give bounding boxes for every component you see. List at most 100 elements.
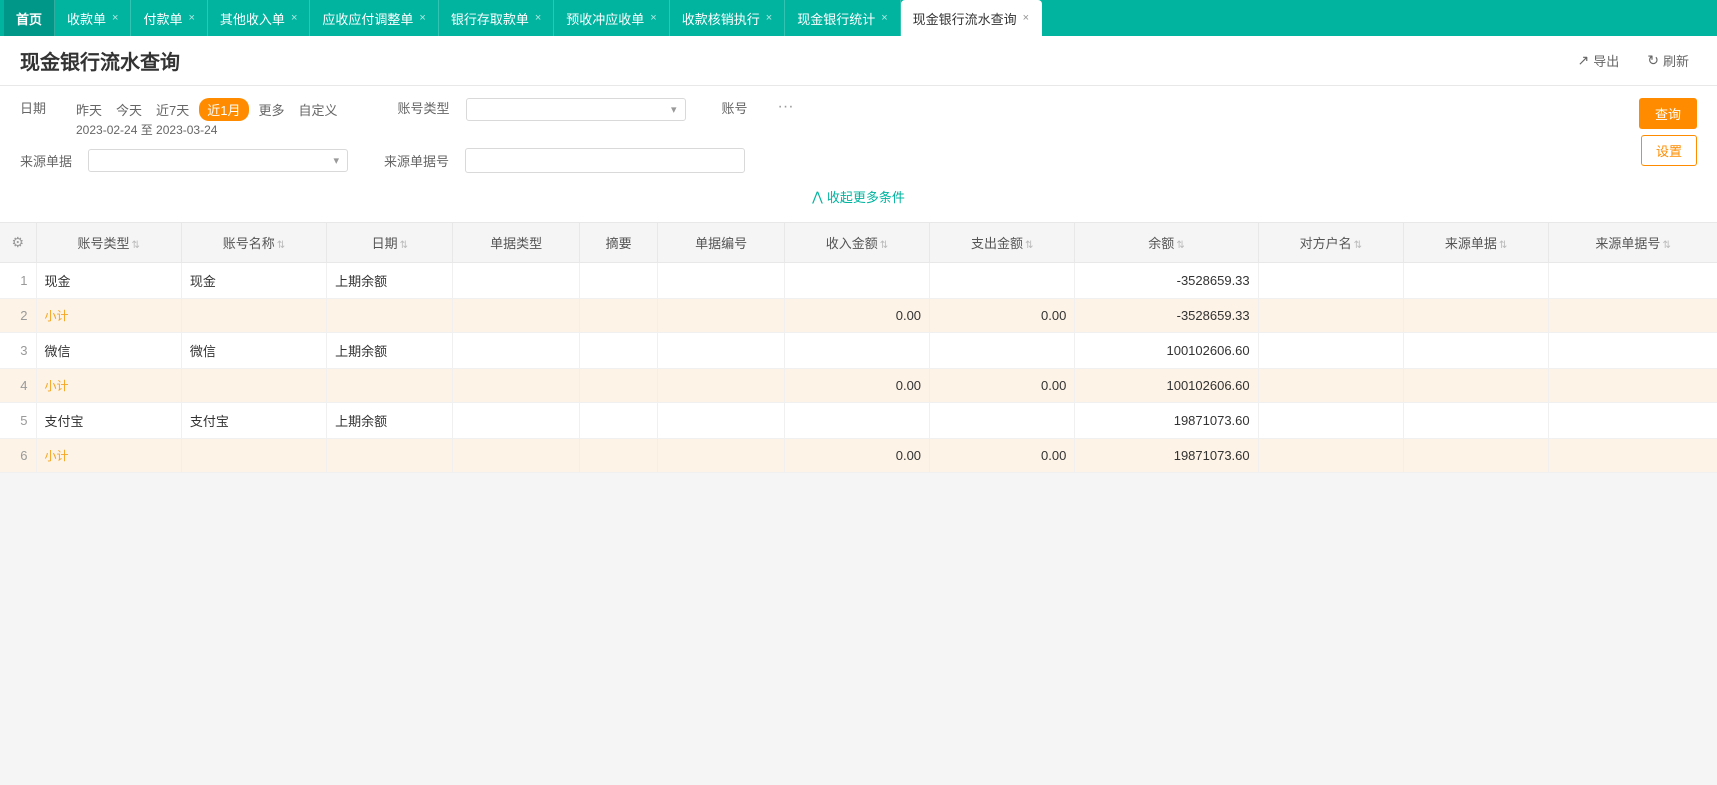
- source-doc-cell: [1403, 439, 1548, 473]
- export-icon: ↗: [1578, 52, 1590, 69]
- tab-close-collect-exec[interactable]: ×: [766, 12, 772, 24]
- header-actions: ↗ 导出 ↻ 刷新: [1570, 47, 1698, 74]
- row-number: 6: [0, 439, 36, 473]
- source-doc-num-cell: [1549, 403, 1717, 439]
- account-name-cell: 微信: [181, 333, 326, 369]
- date-shortcut-last7[interactable]: 近7天: [152, 98, 193, 121]
- export-button[interactable]: ↗ 导出: [1570, 47, 1628, 74]
- account-type-select[interactable]: ▾: [466, 98, 686, 121]
- date-cell: [327, 299, 453, 333]
- col-header-balance[interactable]: 余额⇅: [1075, 223, 1258, 263]
- row-number: 2: [0, 299, 36, 333]
- account-name-cell: [181, 369, 326, 403]
- settings-button[interactable]: 设置: [1641, 135, 1697, 166]
- nav-tab-other-income[interactable]: 其他收入单×: [208, 0, 310, 36]
- date-shortcut-today[interactable]: 今天: [112, 98, 146, 121]
- row-number: 1: [0, 263, 36, 299]
- source-doc-num-cell: [1549, 263, 1717, 299]
- nav-tab-home[interactable]: 首页: [4, 0, 55, 36]
- account-name-cell: 支付宝: [181, 403, 326, 439]
- col-header-expense[interactable]: 支出金额⇅: [930, 223, 1075, 263]
- table-container: ⚙账号类型⇅账号名称⇅日期⇅单据类型摘要单据编号收入金额⇅支出金额⇅余额⇅对方户…: [0, 223, 1717, 473]
- filter-area: 日期 昨天今天近7天近1月更多自定义 2023-02-24 至 2023-03-…: [0, 86, 1717, 223]
- doc-number-cell: [658, 439, 784, 473]
- balance-cell: 19871073.60: [1075, 403, 1258, 439]
- nav-tab-cash-bank-flow[interactable]: 现金银行流水查询×: [901, 0, 1042, 36]
- expense-cell: 0.00: [930, 299, 1075, 333]
- balance-cell: 19871073.60: [1075, 439, 1258, 473]
- sort-icon: ⇅: [277, 240, 285, 251]
- source-doc-cell: [1403, 299, 1548, 333]
- nav-tab-cash-bank-stat[interactable]: 现金银行统计×: [785, 0, 900, 36]
- balance-cell: 100102606.60: [1075, 333, 1258, 369]
- tab-close-bank-deposit[interactable]: ×: [535, 12, 541, 24]
- sort-icon: ⇅: [880, 240, 888, 251]
- tab-close-payment[interactable]: ×: [188, 12, 194, 24]
- row-number: 3: [0, 333, 36, 369]
- balance-cell: -3528659.33: [1075, 263, 1258, 299]
- source-doc-select[interactable]: ▾: [88, 149, 348, 172]
- income-cell: [784, 403, 929, 439]
- collapse-bar[interactable]: ⋀ 收起更多条件: [20, 183, 1697, 210]
- date-range: 2023-02-24 至 2023-03-24: [76, 121, 342, 138]
- col-header-source_doc[interactable]: 来源单据⇅: [1403, 223, 1548, 263]
- table-row: 1现金现金上期余额-3528659.33: [0, 263, 1717, 299]
- tab-close-cash-bank-stat[interactable]: ×: [881, 12, 887, 24]
- income-cell: 0.00: [784, 439, 929, 473]
- counterparty-cell: [1258, 403, 1403, 439]
- account-type-cell: 小计: [36, 299, 181, 333]
- account-name-cell: 现金: [181, 263, 326, 299]
- nav-tab-ar-adjust[interactable]: 应收应付调整单×: [310, 0, 438, 36]
- source-doc-num-input[interactable]: [465, 148, 745, 173]
- refresh-icon: ↻: [1647, 52, 1659, 69]
- date-cell: 上期余额: [327, 263, 453, 299]
- summary-cell: [579, 439, 658, 473]
- col-header-account_type[interactable]: 账号类型⇅: [36, 223, 181, 263]
- tab-close-ar-adjust[interactable]: ×: [419, 12, 425, 24]
- tab-close-receipt[interactable]: ×: [112, 12, 118, 24]
- account-name-cell: [181, 439, 326, 473]
- nav-tab-receipt[interactable]: 收款单×: [55, 0, 131, 36]
- sort-icon: ⇅: [1354, 240, 1362, 251]
- summary-cell: [579, 369, 658, 403]
- doc-number-cell: [658, 369, 784, 403]
- col-header-source_doc_num[interactable]: 来源单据号⇅: [1549, 223, 1717, 263]
- tab-close-other-income[interactable]: ×: [291, 12, 297, 24]
- tab-close-advance-offset[interactable]: ×: [650, 12, 656, 24]
- date-shortcut-last1month[interactable]: 近1月: [199, 98, 248, 121]
- doc-type-cell: [453, 263, 579, 299]
- source-doc-cell: [1403, 263, 1548, 299]
- nav-tab-collect-exec[interactable]: 收款核销执行×: [670, 0, 785, 36]
- date-shortcut-custom[interactable]: 自定义: [295, 98, 342, 121]
- date-cell: 上期余额: [327, 403, 453, 439]
- query-button[interactable]: 查询: [1639, 98, 1697, 129]
- date-shortcut-yesterday[interactable]: 昨天: [72, 98, 106, 121]
- refresh-button[interactable]: ↻ 刷新: [1639, 47, 1697, 74]
- date-label: 日期: [20, 98, 56, 117]
- sort-icon: ⇅: [1662, 240, 1670, 251]
- account-more-icon[interactable]: ···: [774, 98, 798, 116]
- col-header-counterparty[interactable]: 对方户名⇅: [1258, 223, 1403, 263]
- tab-close-cash-bank-flow[interactable]: ×: [1023, 12, 1029, 24]
- account-type-cell: 小计: [36, 439, 181, 473]
- sort-icon: ⇅: [1176, 240, 1184, 251]
- summary-cell: [579, 333, 658, 369]
- balance-cell: 100102606.60: [1075, 369, 1258, 403]
- col-header-date[interactable]: 日期⇅: [327, 223, 453, 263]
- col-header-settings: ⚙: [0, 223, 36, 263]
- table-row: 6小计0.000.0019871073.60: [0, 439, 1717, 473]
- expense-cell: 0.00: [930, 369, 1075, 403]
- nav-tab-bank-deposit[interactable]: 银行存取款单×: [439, 0, 554, 36]
- nav-tab-payment[interactable]: 付款单×: [131, 0, 207, 36]
- counterparty-cell: [1258, 333, 1403, 369]
- date-shortcut-more[interactable]: 更多: [255, 98, 289, 121]
- balance-cell: -3528659.33: [1075, 299, 1258, 333]
- gear-icon[interactable]: ⚙: [11, 234, 24, 250]
- nav-tab-advance-offset[interactable]: 预收冲应收单×: [554, 0, 669, 36]
- col-header-account_name[interactable]: 账号名称⇅: [181, 223, 326, 263]
- account-type-cell: 支付宝: [36, 403, 181, 439]
- doc-type-cell: [453, 403, 579, 439]
- col-header-income[interactable]: 收入金额⇅: [784, 223, 929, 263]
- page-header: 现金银行流水查询 ↗ 导出 ↻ 刷新: [0, 36, 1717, 86]
- expense-cell: 0.00: [930, 439, 1075, 473]
